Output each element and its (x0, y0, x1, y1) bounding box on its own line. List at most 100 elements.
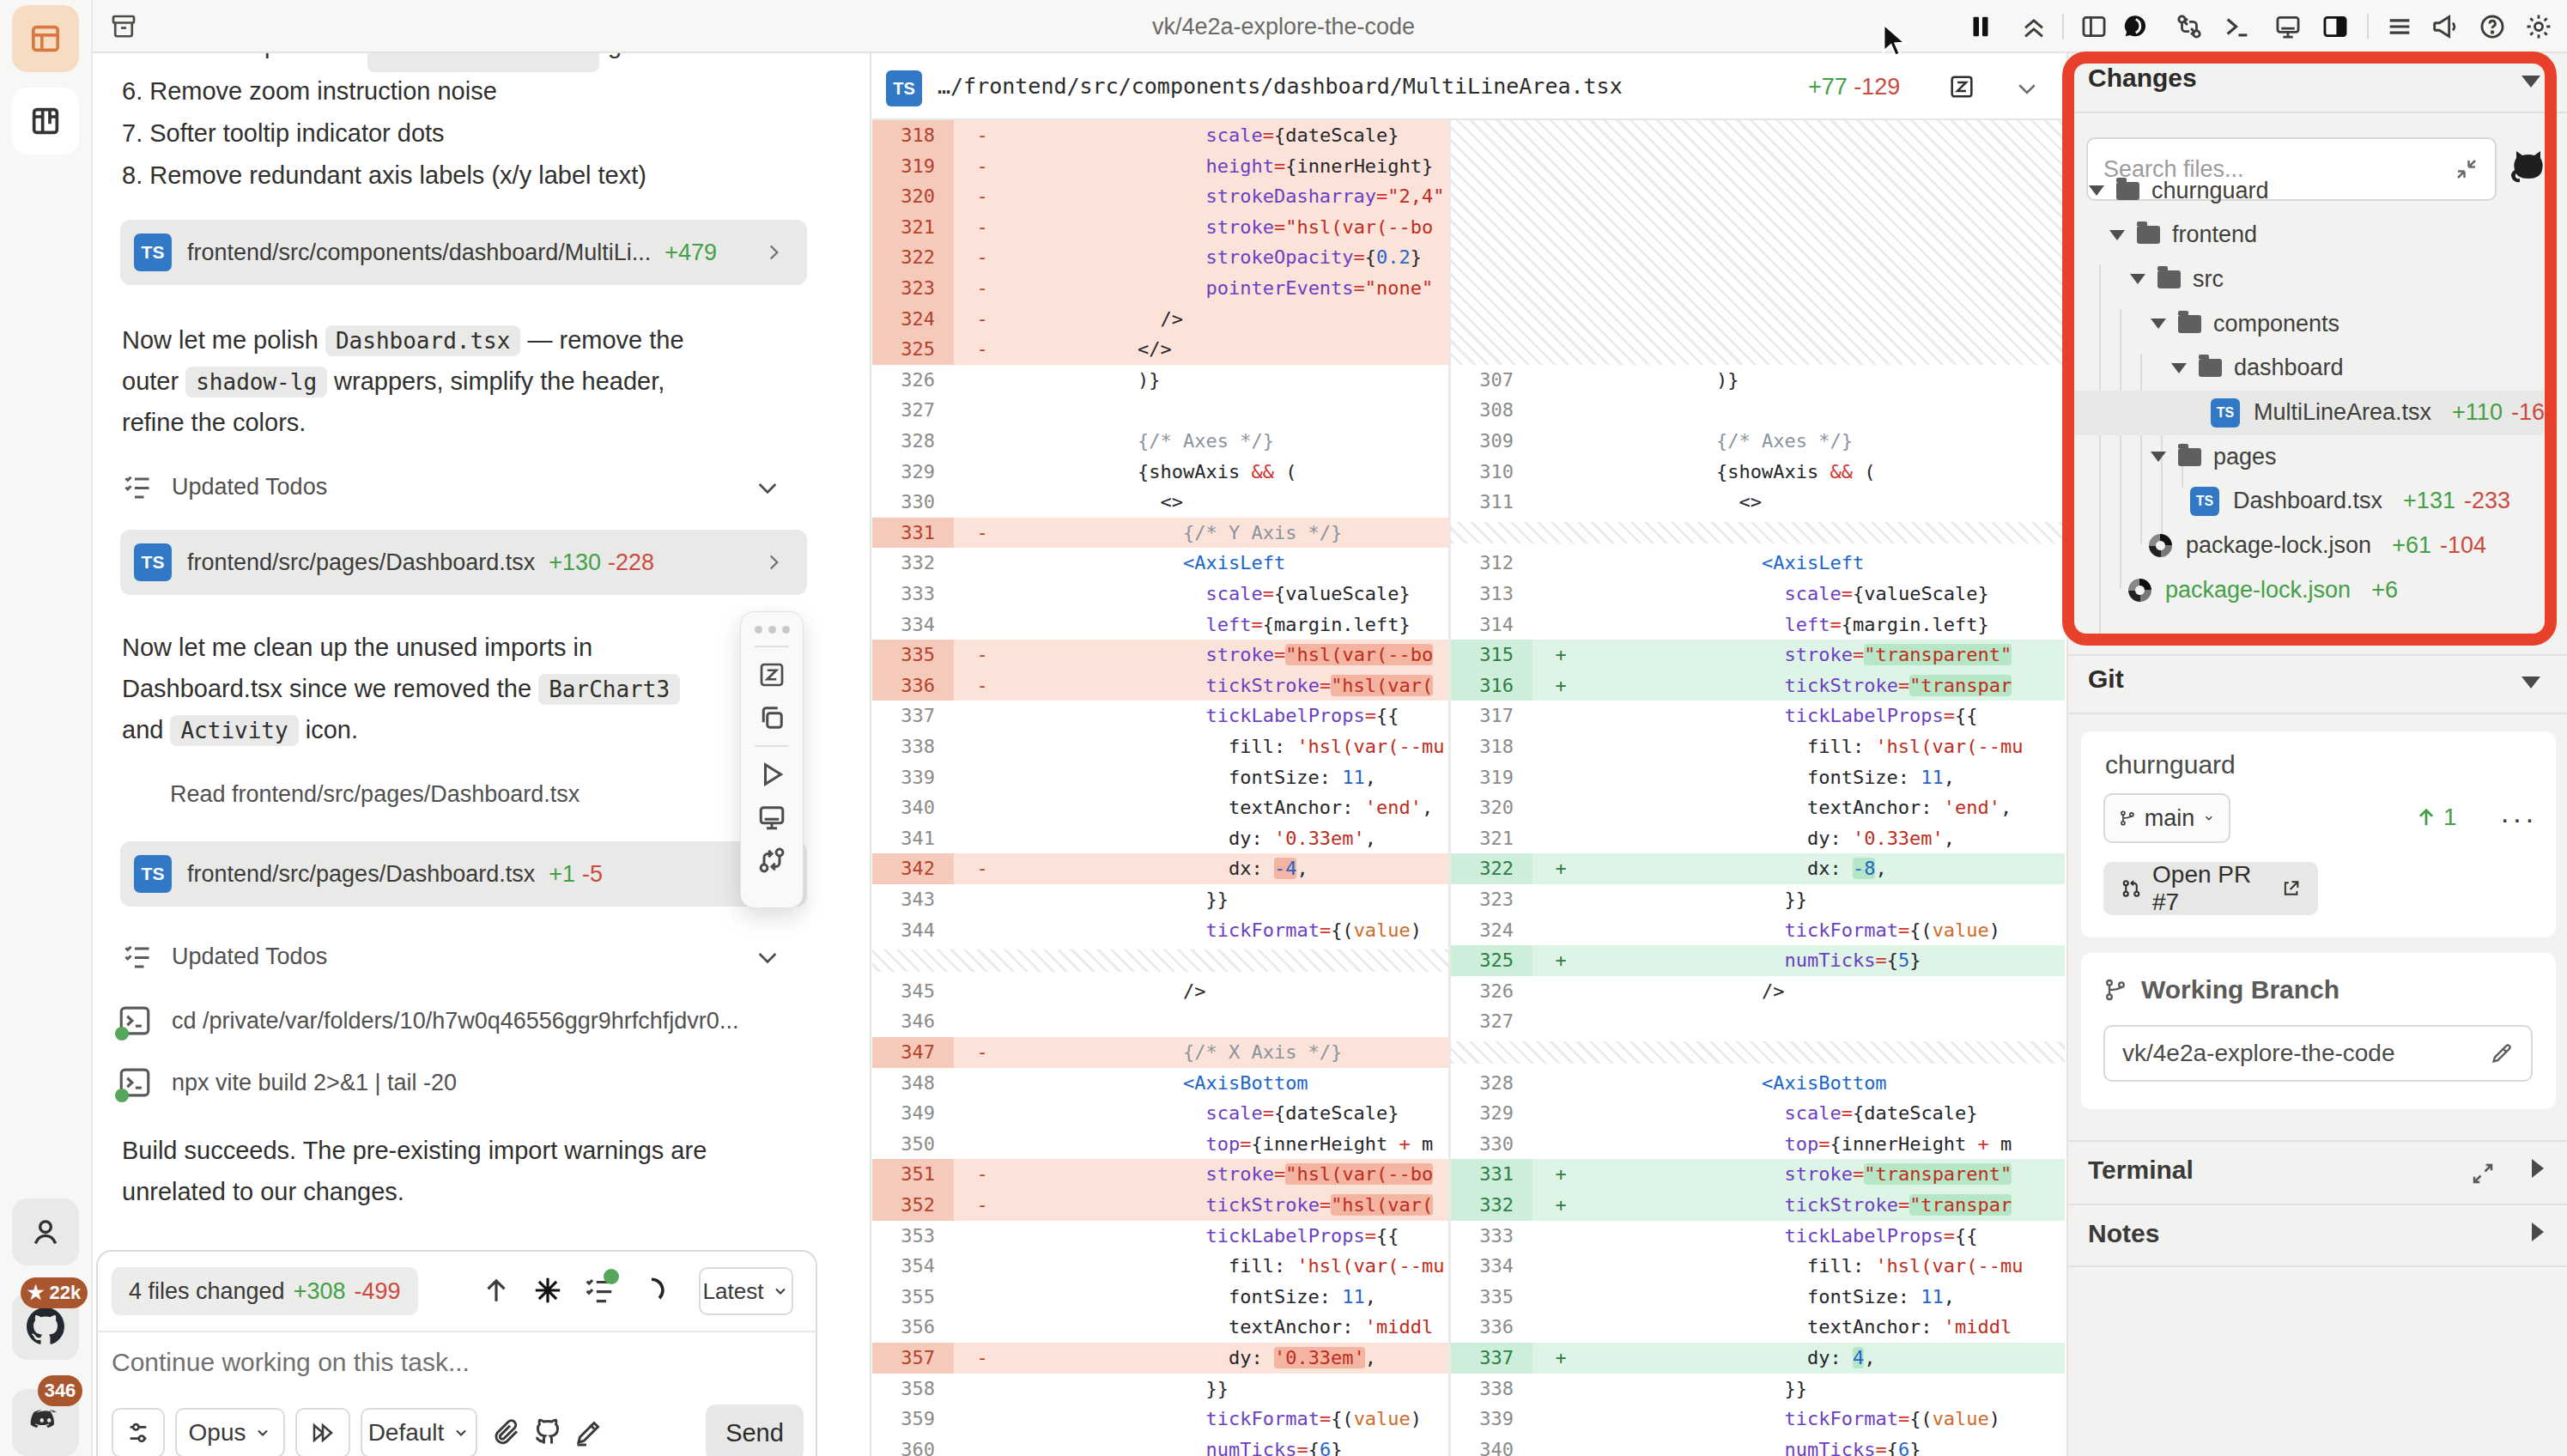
diff-line: 330 <> (872, 487, 1448, 518)
more-options-icon[interactable]: ··· (2500, 802, 2537, 835)
removed-count: -5 (582, 861, 603, 888)
panel-left-icon[interactable] (2079, 12, 2110, 43)
diff-line: 326 /> (1451, 976, 2065, 1007)
open-pr-button[interactable]: Open PR #7 (2103, 862, 2318, 915)
diff-line: 318 fill: 'hsl(var(--mu (1451, 731, 2065, 762)
section-divider (2068, 654, 2567, 656)
burst-icon[interactable] (531, 1274, 564, 1307)
chat-bubble-icon[interactable] (2121, 12, 2151, 43)
settings-gear-icon[interactable] (2524, 12, 2555, 43)
section-collapse-icon[interactable] (2521, 676, 2540, 689)
diff-line: 311 <> (1451, 487, 2065, 518)
diff-line: 315+ stroke="transparent" (1451, 640, 2065, 670)
git-compare-icon[interactable] (2175, 12, 2206, 43)
diff-line: 317 tickLabelProps={{ (1451, 701, 2065, 731)
diff-empty-region (872, 945, 1448, 976)
terminal-command-row[interactable]: npx vite build 2>&1 | tail -20 (117, 1065, 457, 1101)
more-dots-icon[interactable] (755, 626, 790, 634)
diff-line: 352- tickStroke="hsl(var( (872, 1190, 1448, 1221)
diff-line: 347- {/* X Axis */} (872, 1037, 1448, 1068)
todos-status-icon[interactable] (583, 1274, 616, 1307)
diff-line: 333 tickLabelProps={{ (1451, 1221, 2065, 1252)
help-icon[interactable] (2478, 12, 2509, 43)
document-icon (124, 778, 151, 810)
snapshot-icon[interactable] (756, 659, 787, 690)
external-link-icon (2281, 877, 2301, 900)
terminal-icon[interactable] (2223, 12, 2254, 43)
diff-line: 319 fontSize: 11, (1451, 762, 2065, 793)
chevron-right-icon (762, 551, 785, 573)
command-text: npx vite build 2>&1 | tail -20 (172, 1070, 457, 1096)
settings-sliders-button[interactable] (112, 1408, 165, 1456)
section-expand-icon[interactable] (2532, 1159, 2544, 1178)
removed-count: -228 (608, 549, 654, 576)
todo-list: 6. Remove zoom instruction noise7. Softe… (122, 70, 646, 197)
git-compare-small-icon[interactable] (756, 845, 787, 876)
latest-dropdown[interactable]: Latest (699, 1267, 793, 1315)
mode-dropdown[interactable]: Default (361, 1408, 477, 1456)
github-attach-icon[interactable] (532, 1417, 563, 1447)
diff-line: 329 {showAxis && ( (872, 457, 1448, 488)
diff-line: 349 scale={dateScale} (872, 1098, 1448, 1129)
layout-view-button[interactable] (12, 5, 79, 72)
collapse-up-icon[interactable] (2019, 12, 2050, 43)
fast-forward-button[interactable] (295, 1408, 350, 1456)
chevron-down-icon[interactable] (754, 474, 781, 501)
diff-line: 319- height={innerHeight} (872, 151, 1448, 182)
clipped-text: g (608, 53, 622, 59)
updated-todos-row[interactable]: Updated Todos (122, 941, 327, 972)
assistant-message: Now let me clean up the unused imports i… (122, 627, 680, 750)
snapshot-icon[interactable] (1947, 72, 1976, 101)
play-icon[interactable] (756, 759, 787, 790)
spinner-icon (637, 1276, 666, 1305)
highlighter-icon[interactable] (573, 1417, 604, 1447)
discord-count-badge: 346 (38, 1375, 82, 1406)
updated-todos-row[interactable]: Updated Todos (122, 471, 327, 502)
checklist-icon (122, 941, 153, 972)
diff-line: 344 tickFormat={(value) (872, 915, 1448, 946)
archive-icon[interactable] (108, 11, 139, 42)
attach-icon[interactable] (491, 1417, 522, 1447)
chevron-down-icon[interactable] (2014, 76, 2040, 101)
read-file-row[interactable]: Read frontend/src/pages/Dashboard.tsx (124, 778, 580, 810)
diff-line: 324 tickFormat={(value) (1451, 915, 2065, 946)
section-expand-icon[interactable] (2532, 1222, 2544, 1241)
added-count: +130 (549, 549, 601, 576)
copy-icon[interactable] (756, 702, 787, 733)
chevron-down-icon[interactable] (754, 943, 781, 971)
megaphone-icon[interactable] (2430, 12, 2461, 43)
todo-item: 6. Remove zoom instruction noise (122, 70, 646, 112)
panel-right-icon[interactable] (2321, 12, 2352, 43)
diff-line: 335 fontSize: 11, (1451, 1282, 2065, 1313)
board-view-button[interactable] (12, 88, 79, 155)
diff-line: 310 {showAxis && ( (1451, 457, 2065, 488)
read-file-label: Read frontend/src/pages/Dashboard.tsx (170, 781, 580, 808)
diff-line: 328 <AxisBottom (1451, 1068, 2065, 1099)
file-chip-dashboard[interactable]: TS frontend/src/pages/Dashboard.tsx +130… (120, 530, 807, 595)
diff-line: 321 dy: '0.33em', (1451, 823, 2065, 854)
scroll-up-icon[interactable] (480, 1274, 513, 1307)
file-chip-multilinearea[interactable]: TS frontend/src/components/dashboard/Mul… (120, 220, 807, 285)
send-button[interactable]: Send (706, 1404, 804, 1456)
diff-line: 331+ stroke="transparent" (1451, 1159, 2065, 1190)
message-input[interactable]: Continue working on this task... (112, 1348, 470, 1377)
profile-button[interactable] (12, 1198, 79, 1265)
files-changed-chip[interactable]: 4 files changed +308 -499 (112, 1267, 418, 1315)
model-dropdown[interactable]: Opus (175, 1408, 285, 1456)
file-chip-dashboard-2[interactable]: TS frontend/src/pages/Dashboard.tsx +1 -… (120, 841, 807, 907)
working-branch-input[interactable]: vk/4e2a-explore-the-code (2103, 1025, 2533, 1082)
monitor-small-icon[interactable] (756, 802, 787, 833)
diff-line: 342- dx: -4, (872, 853, 1448, 884)
monitor-icon[interactable] (2273, 12, 2304, 43)
pause-icon[interactable] (1966, 12, 1997, 43)
diff-line: 321- stroke="hsl(var(--bo (872, 212, 1448, 243)
diff-body: 318- scale={dateScale}319- height={inner… (872, 120, 2065, 1456)
diff-line: 326 )} (872, 365, 1448, 396)
terminal-command-row[interactable]: cd /private/var/folders/10/h7w0q46556ggr… (117, 1003, 738, 1039)
terminal-section-title: Terminal (2088, 1156, 2194, 1185)
menu-icon[interactable] (2385, 12, 2416, 43)
diff-line: 334 fill: 'hsl(var(--mu (1451, 1251, 2065, 1282)
toolbar-separator (2062, 14, 2064, 39)
branch-dropdown[interactable]: main (2103, 793, 2230, 843)
expand-icon[interactable] (2470, 1161, 2496, 1186)
